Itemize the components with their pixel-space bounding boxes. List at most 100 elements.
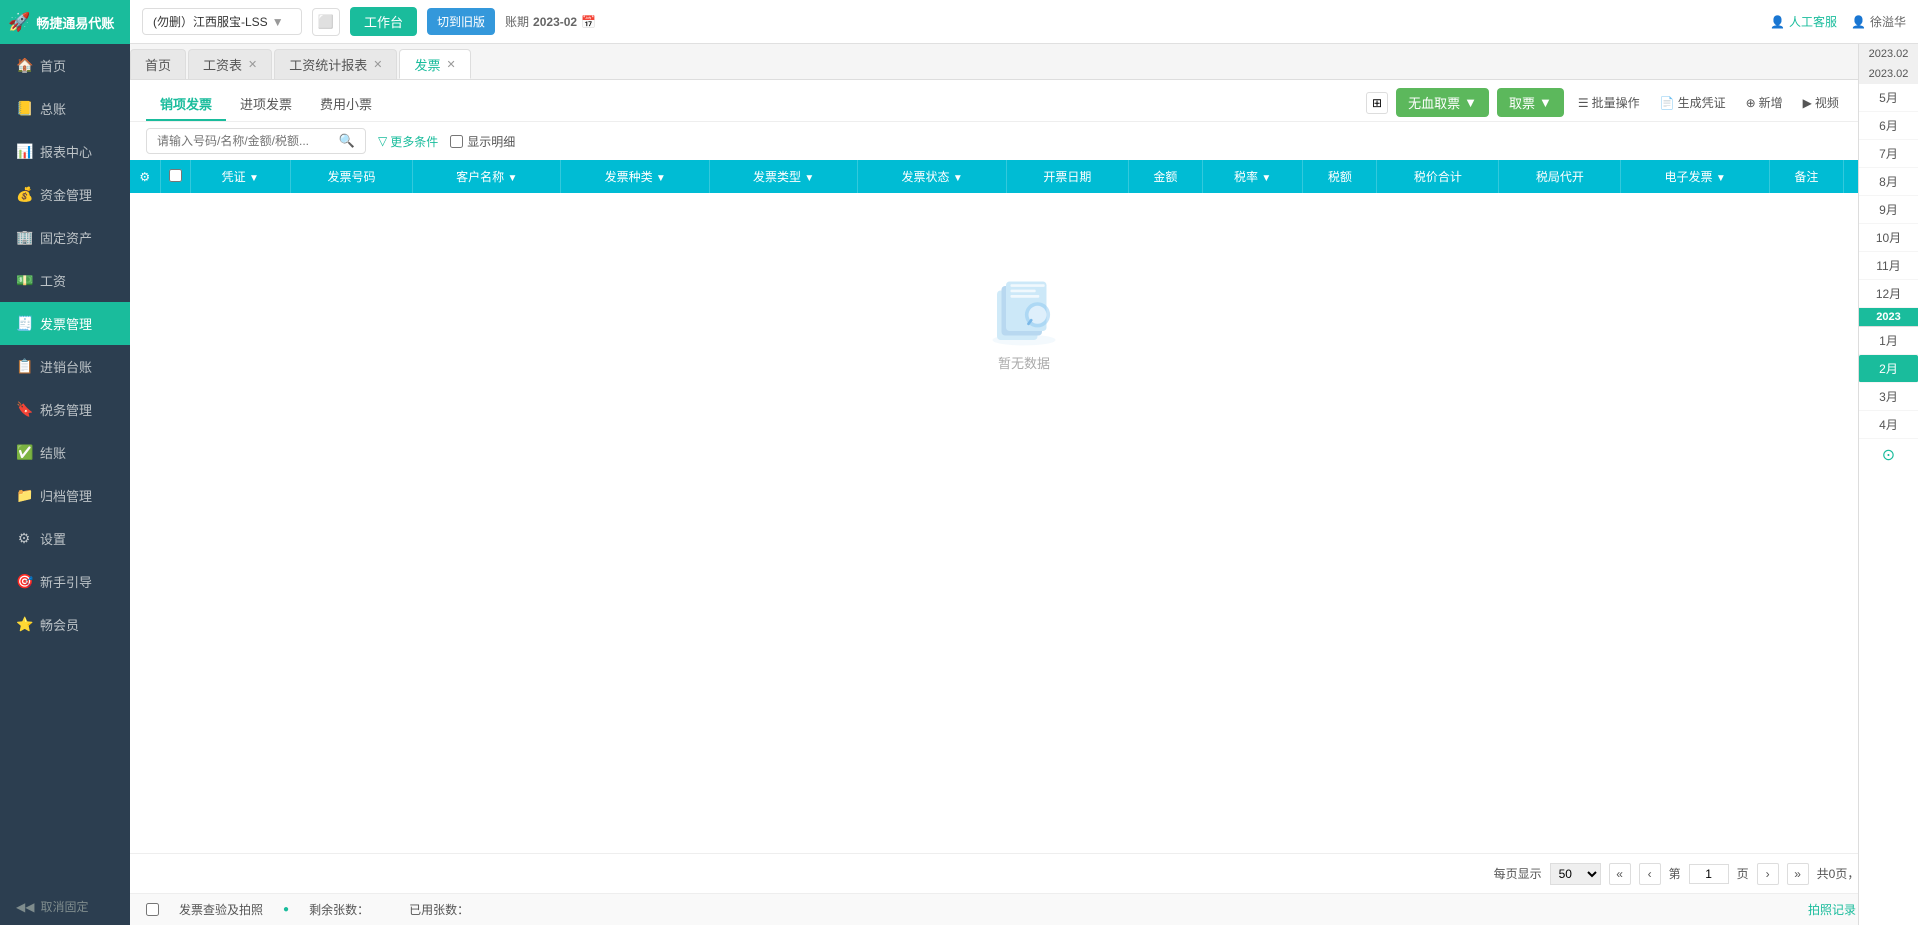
date-month-8[interactable]: 8月	[1859, 168, 1918, 196]
date-month-2-active[interactable]: 2月	[1859, 355, 1918, 383]
sidebar-item-ledger[interactable]: 📒 总账	[0, 87, 130, 130]
verify-checkbox[interactable]	[146, 903, 159, 916]
col-voucher: 凭证 ▼	[190, 160, 290, 193]
video-button[interactable]: ▶ 视频	[1797, 90, 1845, 115]
sidebar-item-funds[interactable]: 💰 资金管理	[0, 173, 130, 216]
page-size-select[interactable]: 50 20 100	[1550, 863, 1601, 885]
service-button[interactable]: 👤 人工客服	[1770, 13, 1837, 30]
batch-op-button[interactable]: ☰ 批量操作	[1572, 90, 1646, 115]
tab-salary-stat[interactable]: 工资统计报表 ✕	[274, 49, 397, 79]
invoice-button[interactable]: 取票 ▼	[1497, 88, 1564, 117]
date-month-9[interactable]: 9月	[1859, 196, 1918, 224]
invoice-type-filter-icon[interactable]: ▼	[656, 173, 666, 184]
sidebar-item-settings[interactable]: ⚙ 设置	[0, 517, 130, 560]
tax-rate-filter-icon[interactable]: ▼	[1261, 173, 1271, 184]
next-page-btn[interactable]: ›	[1757, 863, 1779, 885]
date-month-6[interactable]: 6月	[1859, 112, 1918, 140]
customer-filter-icon[interactable]: ▼	[507, 173, 517, 184]
invoice-status-filter-icon[interactable]: ▼	[953, 173, 963, 184]
tax-mgmt-label: 税务管理	[40, 400, 92, 419]
sidebar-item-sales-ledger[interactable]: 📋 进销台账	[0, 345, 130, 388]
more-filter-button[interactable]: ▽ 更多条件	[378, 133, 438, 150]
sidebar-item-tax-mgmt[interactable]: 🔖 税务管理	[0, 388, 130, 431]
company-selector[interactable]: (勿删）江西服宝-LSS ▼	[142, 8, 302, 35]
last-page-btn[interactable]: »	[1787, 863, 1809, 885]
col-settings[interactable]: ⚙	[130, 160, 160, 193]
archive-label: 归档管理	[40, 486, 92, 505]
sub-tab-expense[interactable]: 费用小票	[306, 88, 386, 121]
funds-label: 资金管理	[40, 185, 92, 204]
tab-salary[interactable]: 工资表 ✕	[188, 49, 272, 79]
voucher-filter-icon[interactable]: ▼	[249, 173, 259, 184]
invoice-category-filter-icon[interactable]: ▼	[804, 173, 814, 184]
date-panel-header-1: 2023.02	[1859, 44, 1918, 64]
date-month-5[interactable]: 5月	[1859, 84, 1918, 112]
date-month-4[interactable]: 4月	[1859, 411, 1918, 439]
ledger-icon: 📒	[16, 100, 32, 117]
date-panel-collapse[interactable]: ⊙	[1859, 439, 1918, 471]
add-icon: ⊕	[1746, 96, 1756, 110]
sidebar-unpin[interactable]: ◀◀ 取消固定	[0, 888, 130, 925]
new-button[interactable]: ⊕ 新增	[1740, 90, 1789, 115]
sub-tab-sales[interactable]: 销项发票	[146, 88, 226, 121]
prev-page-btn[interactable]: ‹	[1639, 863, 1661, 885]
sidebar-item-membership[interactable]: ⭐ 畅会员	[0, 603, 130, 646]
tab-home[interactable]: 首页	[130, 49, 186, 79]
show-detail-checkbox[interactable]	[450, 135, 463, 148]
expense-tab-label: 费用小票	[320, 97, 372, 112]
sidebar-item-invoice-mgmt[interactable]: 🧾 发票管理	[0, 302, 130, 345]
switch-version-button[interactable]: 切到旧版	[427, 8, 495, 35]
invoice-tab-close[interactable]: ✕	[447, 58, 456, 71]
sidebar-item-guide[interactable]: 🎯 新手引导	[0, 560, 130, 603]
user-menu[interactable]: 👤 徐溢华	[1851, 13, 1906, 30]
col-invoice-no: 发票号码	[290, 160, 412, 193]
sidebar-item-assets[interactable]: 🏢 固定资产	[0, 216, 130, 259]
page-suffix: 页	[1737, 865, 1749, 882]
date-month-1[interactable]: 1月	[1859, 327, 1918, 355]
date-month-11[interactable]: 11月	[1859, 252, 1918, 280]
first-icon: «	[1616, 867, 1623, 881]
salary-stat-tab-close[interactable]: ✕	[373, 58, 382, 71]
col-check[interactable]	[160, 160, 190, 193]
no-invoice-button[interactable]: 无血取票 ▼	[1396, 88, 1489, 117]
archive-icon: 📁	[16, 487, 32, 504]
filter-icon: ▽	[378, 134, 387, 148]
date-panel: 2023.02 2023.02 5月 6月 7月 8月 9月 10月 11月 1…	[1858, 44, 1918, 925]
sidebar-item-archive[interactable]: 📁 归档管理	[0, 474, 130, 517]
bottom-bar: 发票查验及拍照 ● 剩余张数： 已用张数： 拍照记录 去充值	[130, 893, 1918, 925]
tax-mgmt-icon: 🔖	[16, 401, 32, 418]
date-month-12[interactable]: 12月	[1859, 280, 1918, 308]
gen-voucher-button[interactable]: 📄 生成凭证	[1654, 90, 1732, 115]
layout-icon-btn[interactable]: ⊞	[1366, 92, 1388, 114]
salary-tab-close[interactable]: ✕	[248, 58, 257, 71]
search-input[interactable]	[157, 134, 333, 148]
date-month-3[interactable]: 3月	[1859, 383, 1918, 411]
date-panel-header-2: 2023.02	[1859, 64, 1918, 84]
add-record-link[interactable]: 拍照记录	[1808, 901, 1856, 918]
sub-tab-purchase[interactable]: 进项发票	[226, 88, 306, 121]
logo-icon: 🚀	[8, 12, 30, 33]
page-input[interactable]	[1689, 864, 1729, 884]
company-icon-btn[interactable]: ⬜	[312, 8, 340, 36]
first-page-btn[interactable]: «	[1609, 863, 1631, 885]
main-area: (勿删）江西服宝-LSS ▼ ⬜ 工作台 切到旧版 账期 2023-02 📅 👤…	[130, 0, 1918, 925]
invoice-mgmt-label: 发票管理	[40, 314, 92, 333]
date-month-7[interactable]: 7月	[1859, 140, 1918, 168]
tab-invoice[interactable]: 发票 ✕	[399, 49, 470, 79]
sidebar-item-reports[interactable]: 📊 报表中心	[0, 130, 130, 173]
salary-tab-label: 工资表	[203, 55, 242, 74]
sidebar-item-home[interactable]: 🏠 首页	[0, 44, 130, 87]
sales-ledger-icon: 📋	[16, 358, 32, 375]
sidebar-logo: 🚀 畅捷通易代账	[0, 0, 130, 44]
sidebar-item-salary[interactable]: 💵 工资	[0, 259, 130, 302]
select-all-checkbox[interactable]	[169, 169, 182, 182]
e-invoice-filter-icon[interactable]: ▼	[1716, 173, 1726, 184]
workbench-button[interactable]: 工作台	[350, 7, 417, 36]
period-icon: 📅	[581, 15, 596, 29]
reports-icon: 📊	[16, 143, 32, 160]
sidebar-item-settlement[interactable]: ✅ 结账	[0, 431, 130, 474]
date-month-10[interactable]: 10月	[1859, 224, 1918, 252]
search-field[interactable]: 🔍	[146, 128, 366, 154]
show-detail-toggle[interactable]: 显示明细	[450, 133, 515, 150]
salary-icon: 💵	[16, 272, 32, 289]
